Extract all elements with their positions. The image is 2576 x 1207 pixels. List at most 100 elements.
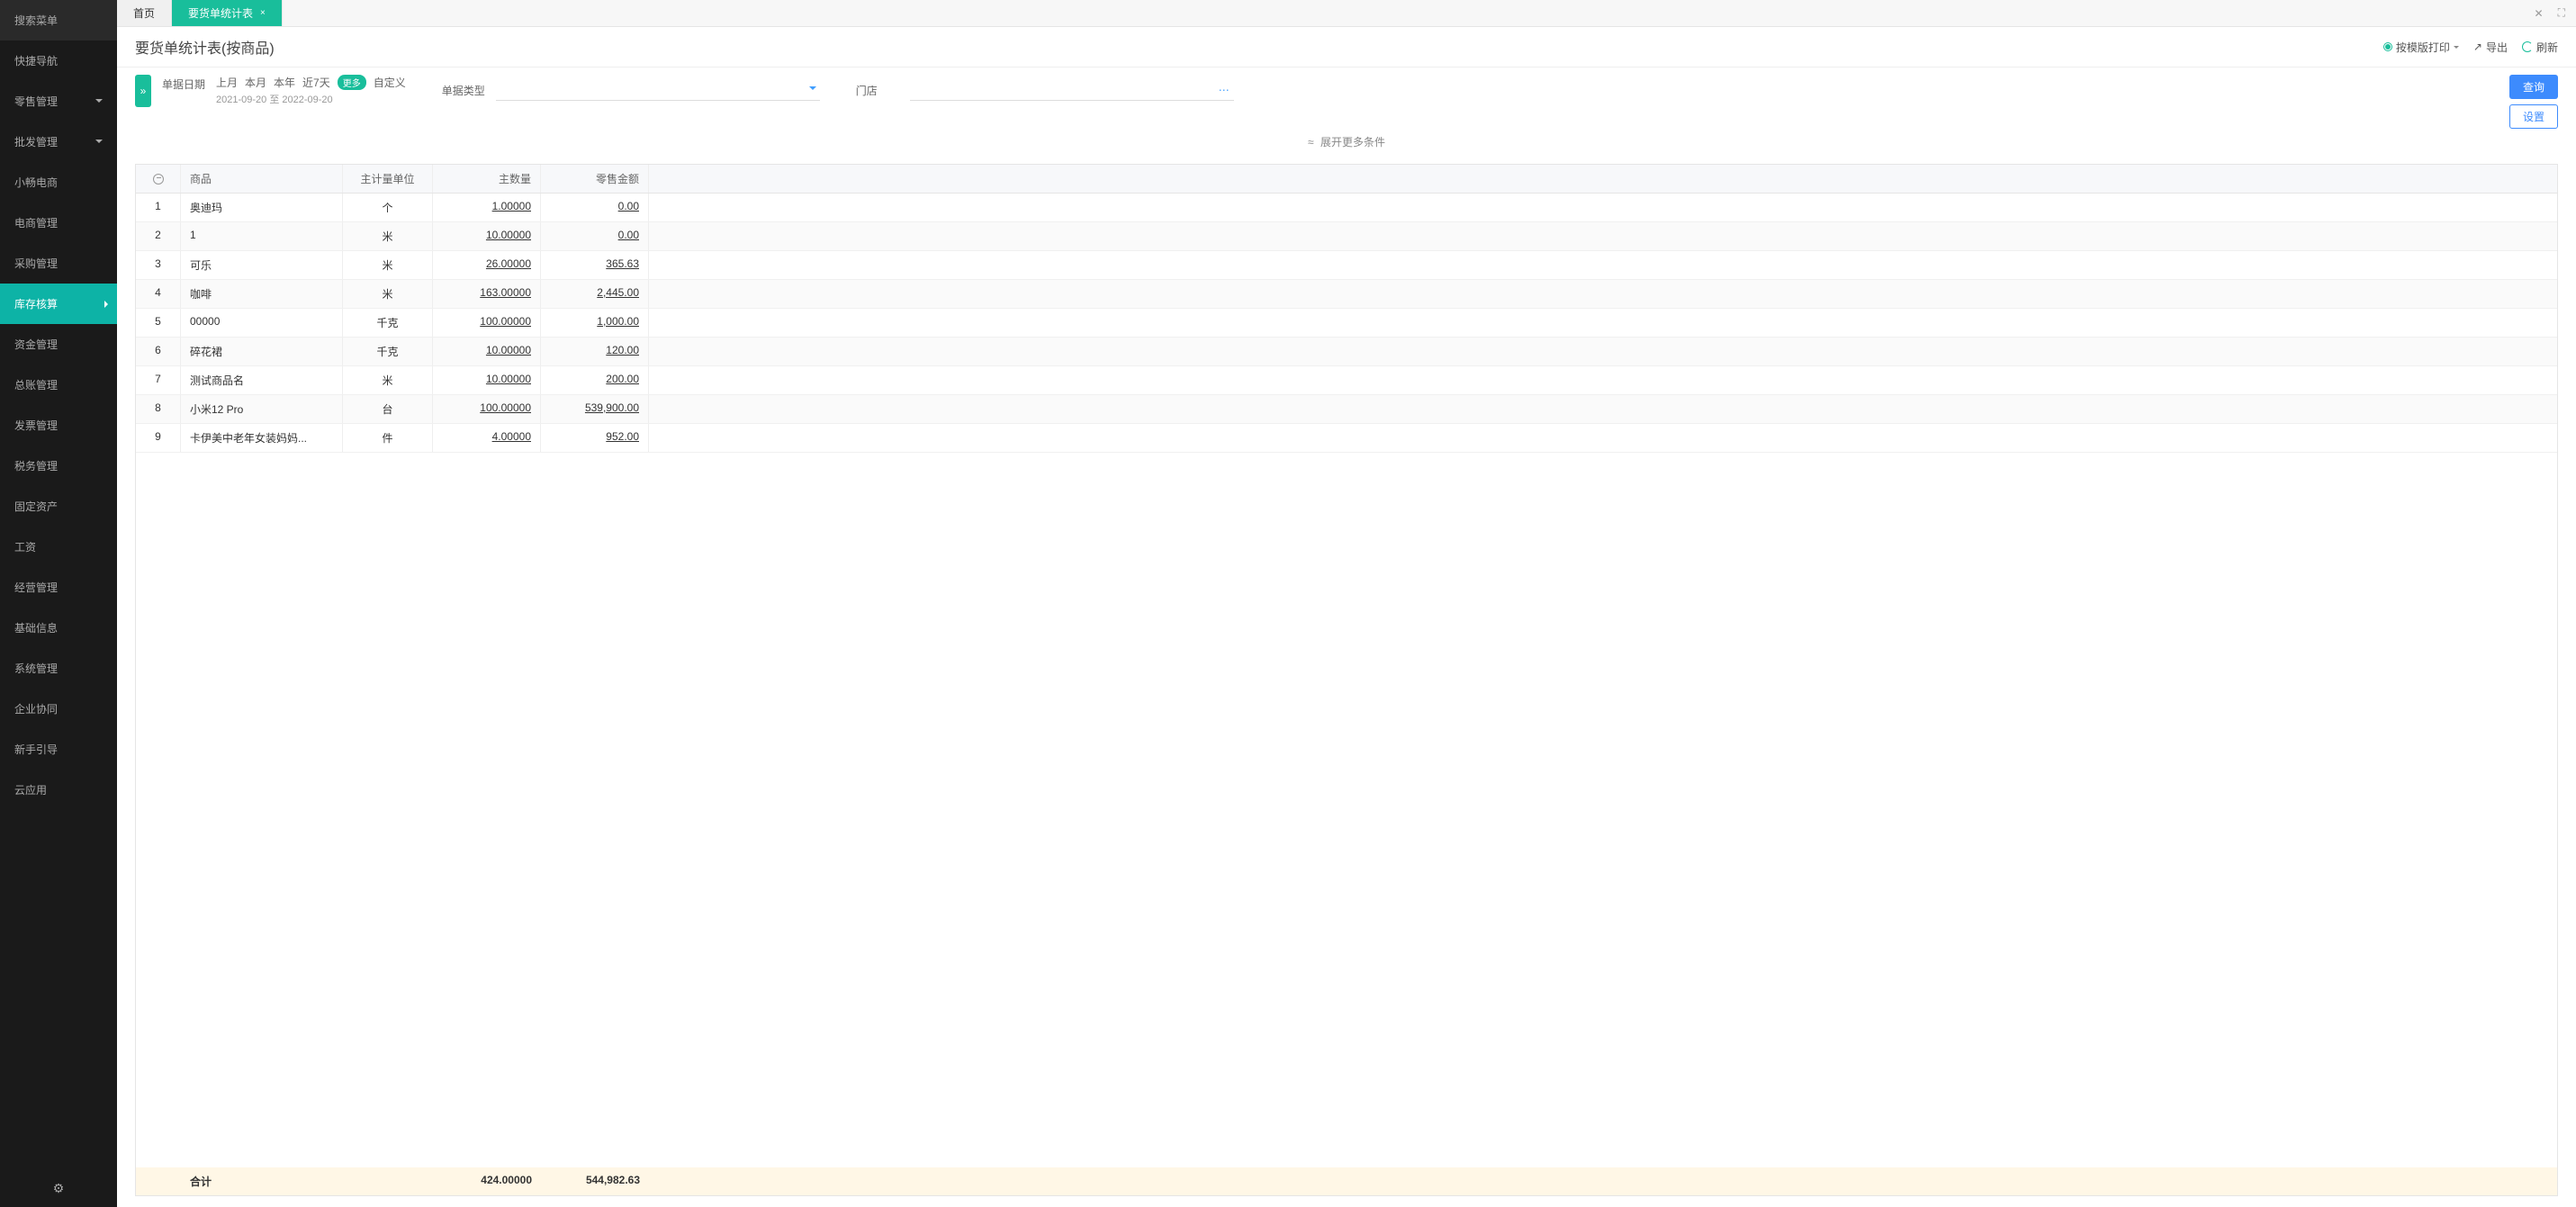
print-by-template-button[interactable]: 按模版打印 (2383, 40, 2459, 55)
cell-qty[interactable]: 100.00000 (433, 309, 541, 337)
table-row[interactable]: 21米10.000000.00 (136, 222, 2557, 251)
cell-qty[interactable]: 163.00000 (433, 280, 541, 308)
table-row[interactable]: 7测试商品名米10.00000200.00 (136, 366, 2557, 395)
date-quick-last-7d[interactable]: 近7天 (302, 75, 330, 90)
cell-amount[interactable]: 120.00 (541, 338, 649, 365)
expand-more-filters[interactable]: ≈ 展开更多条件 (135, 129, 2558, 155)
sidebar-item-19[interactable]: 云应用 (0, 770, 117, 810)
cell-unit: 米 (343, 366, 433, 394)
sidebar-item-14[interactable]: 经营管理 (0, 567, 117, 608)
sidebar-item-label: 系统管理 (14, 661, 58, 676)
page-header: 要货单统计表(按商品) 按模版打印 ↗ 导出 刷新 (117, 27, 2576, 68)
cell-amount[interactable]: 0.00 (541, 222, 649, 250)
sidebar-item-5[interactable]: 电商管理 (0, 203, 117, 243)
sidebar-item-2[interactable]: 零售管理 (0, 81, 117, 122)
cell-unit: 千克 (343, 338, 433, 365)
sidebar-item-7[interactable]: 库存核算 (0, 284, 117, 324)
doc-type-select[interactable] (496, 81, 820, 101)
radio-icon (2383, 42, 2392, 51)
sidebar-item-1[interactable]: 快捷导航 (0, 41, 117, 81)
sidebar-item-label: 固定资产 (14, 499, 58, 514)
sidebar-item-label: 工资 (14, 539, 36, 554)
query-button[interactable]: 查询 (2509, 75, 2558, 99)
cell-idx: 7 (136, 366, 181, 394)
column-unit[interactable]: 主计量单位 (343, 165, 433, 193)
cell-unit: 米 (343, 222, 433, 250)
sidebar-item-8[interactable]: 资金管理 (0, 324, 117, 365)
sidebar-item-18[interactable]: 新手引导 (0, 729, 117, 770)
sidebar: 搜索菜单快捷导航零售管理批发管理小畅电商电商管理采购管理库存核算资金管理总账管理… (0, 0, 117, 1207)
data-grid: 商品 主计量单位 主数量 零售金额 1奥迪玛个1.000000.0021米10.… (135, 164, 2558, 1167)
table-row[interactable]: 4咖啡米163.000002,445.00 (136, 280, 2557, 309)
sidebar-item-label: 发票管理 (14, 418, 58, 433)
expand-icon[interactable]: ⛶ (2554, 5, 2569, 22)
filter-date: 单据日期 上月 本月 本年 近7天 更多 自定义 20 (162, 75, 406, 106)
cell-name: 小米12 Pro (181, 395, 343, 423)
settings-button[interactable]: 设置 (2509, 104, 2558, 129)
sidebar-item-3[interactable]: 批发管理 (0, 122, 117, 162)
tab-actions: ✕ ⛶ (2531, 0, 2576, 26)
sidebar-item-0[interactable]: 搜索菜单 (0, 0, 117, 41)
sidebar-item-4[interactable]: 小畅电商 (0, 162, 117, 203)
tab-bar: 首页要货单统计表× ✕ ⛶ (117, 0, 2576, 27)
sidebar-item-13[interactable]: 工资 (0, 527, 117, 567)
table-row[interactable]: 6碎花裙千克10.00000120.00 (136, 338, 2557, 366)
collapse-filter-handle[interactable]: » (135, 75, 151, 107)
footer-amount: 544,982.63 (541, 1167, 649, 1195)
export-button[interactable]: ↗ 导出 (2473, 40, 2508, 55)
gear-icon[interactable]: ⚙ (53, 1181, 65, 1195)
cell-amount[interactable]: 952.00 (541, 424, 649, 452)
sidebar-item-15[interactable]: 基础信息 (0, 608, 117, 648)
table-row[interactable]: 3可乐米26.00000365.63 (136, 251, 2557, 280)
cell-amount[interactable]: 365.63 (541, 251, 649, 279)
date-quick-more[interactable]: 更多 (338, 75, 366, 90)
sidebar-item-11[interactable]: 税务管理 (0, 446, 117, 486)
cell-idx: 2 (136, 222, 181, 250)
main: 首页要货单统计表× ✕ ⛶ 要货单统计表(按商品) 按模版打印 ↗ 导出 (117, 0, 2576, 1207)
cell-qty[interactable]: 10.00000 (433, 366, 541, 394)
cell-amount[interactable]: 200.00 (541, 366, 649, 394)
column-index[interactable] (136, 165, 181, 193)
sidebar-item-16[interactable]: 系统管理 (0, 648, 117, 689)
store-select[interactable]: ⋯ (910, 81, 1234, 101)
tab-1[interactable]: 要货单统计表× (172, 0, 283, 26)
close-icon[interactable]: × (260, 8, 266, 18)
refresh-icon (2522, 41, 2533, 52)
table-row[interactable]: 500000千克100.000001,000.00 (136, 309, 2557, 338)
sidebar-item-12[interactable]: 固定资产 (0, 486, 117, 527)
cell-amount[interactable]: 2,445.00 (541, 280, 649, 308)
cell-qty[interactable]: 10.00000 (433, 338, 541, 365)
sidebar-item-17[interactable]: 企业协同 (0, 689, 117, 729)
cell-name: 咖啡 (181, 280, 343, 308)
tab-0[interactable]: 首页 (117, 0, 172, 26)
cell-unit: 米 (343, 251, 433, 279)
date-quick-last-month[interactable]: 上月 (216, 75, 238, 90)
date-quick-this-year[interactable]: 本年 (274, 75, 295, 90)
sidebar-item-6[interactable]: 采购管理 (0, 243, 117, 284)
cell-qty[interactable]: 10.00000 (433, 222, 541, 250)
cell-amount[interactable]: 0.00 (541, 194, 649, 221)
refresh-button[interactable]: 刷新 (2522, 40, 2558, 55)
table-row[interactable]: 8小米12 Pro台100.00000539,900.00 (136, 395, 2557, 424)
sidebar-item-label: 企业协同 (14, 701, 58, 716)
column-qty[interactable]: 主数量 (433, 165, 541, 193)
cell-qty[interactable]: 26.00000 (433, 251, 541, 279)
date-quick-custom[interactable]: 自定义 (374, 75, 406, 90)
cell-qty[interactable]: 1.00000 (433, 194, 541, 221)
cell-idx: 6 (136, 338, 181, 365)
table-row[interactable]: 9卡伊美中老年女装妈妈...件4.00000952.00 (136, 424, 2557, 453)
sidebar-item-9[interactable]: 总账管理 (0, 365, 117, 405)
table-header: 商品 主计量单位 主数量 零售金额 (136, 165, 2557, 194)
cell-name: 00000 (181, 309, 343, 337)
close-icon[interactable]: ✕ (2531, 5, 2547, 22)
cell-amount[interactable]: 1,000.00 (541, 309, 649, 337)
sidebar-item-10[interactable]: 发票管理 (0, 405, 117, 446)
table-row[interactable]: 1奥迪玛个1.000000.00 (136, 194, 2557, 222)
column-amount[interactable]: 零售金额 (541, 165, 649, 193)
cell-unit: 个 (343, 194, 433, 221)
cell-qty[interactable]: 100.00000 (433, 395, 541, 423)
date-quick-this-month[interactable]: 本月 (245, 75, 266, 90)
column-name[interactable]: 商品 (181, 165, 343, 193)
cell-qty[interactable]: 4.00000 (433, 424, 541, 452)
cell-amount[interactable]: 539,900.00 (541, 395, 649, 423)
